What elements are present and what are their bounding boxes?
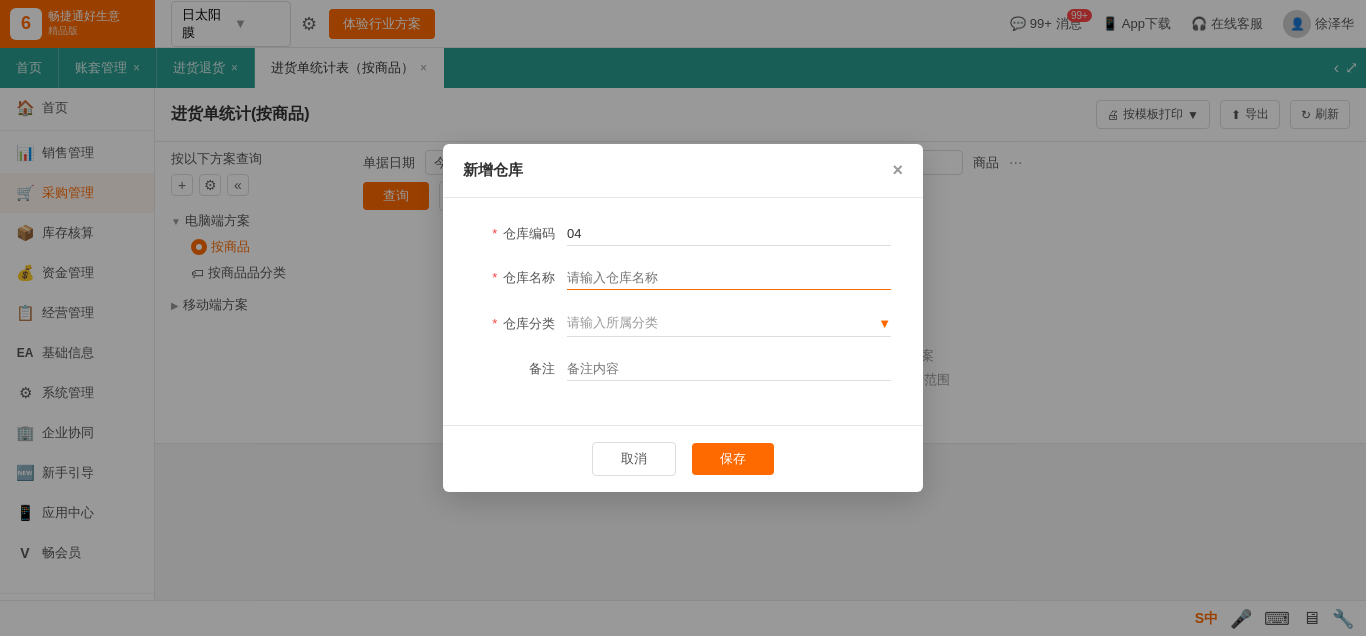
name-input[interactable] (567, 266, 891, 290)
category-dropdown-icon: ▼ (878, 316, 891, 331)
new-warehouse-modal: 新增仓库 × * 仓库编码 * 仓库名称 (443, 144, 923, 492)
save-btn[interactable]: 保存 (692, 443, 774, 475)
note-input[interactable] (567, 357, 891, 381)
form-row-name: * 仓库名称 (475, 266, 891, 290)
cancel-btn[interactable]: 取消 (592, 442, 676, 476)
modal-body: * 仓库编码 * 仓库名称 * 仓库分类 请输入 (443, 198, 923, 425)
name-label: * 仓库名称 (475, 269, 555, 287)
category-label: * 仓库分类 (475, 315, 555, 333)
code-input[interactable] (567, 222, 891, 246)
modal-header: 新增仓库 × (443, 144, 923, 198)
category-required: * (492, 316, 497, 331)
category-select[interactable]: 请输入所属分类 ▼ (567, 310, 891, 337)
category-placeholder: 请输入所属分类 (567, 314, 658, 332)
modal-overlay: 新增仓库 × * 仓库编码 * 仓库名称 (0, 0, 1366, 636)
form-row-category: * 仓库分类 请输入所属分类 ▼ (475, 310, 891, 337)
code-label: * 仓库编码 (475, 225, 555, 243)
name-required: * (492, 270, 497, 285)
note-label: 备注 (475, 360, 555, 378)
code-required: * (492, 226, 497, 241)
form-row-code: * 仓库编码 (475, 222, 891, 246)
modal-title: 新增仓库 (463, 161, 523, 180)
form-row-note: 备注 (475, 357, 891, 381)
modal-footer: 取消 保存 (443, 425, 923, 492)
modal-close-btn[interactable]: × (892, 160, 903, 181)
